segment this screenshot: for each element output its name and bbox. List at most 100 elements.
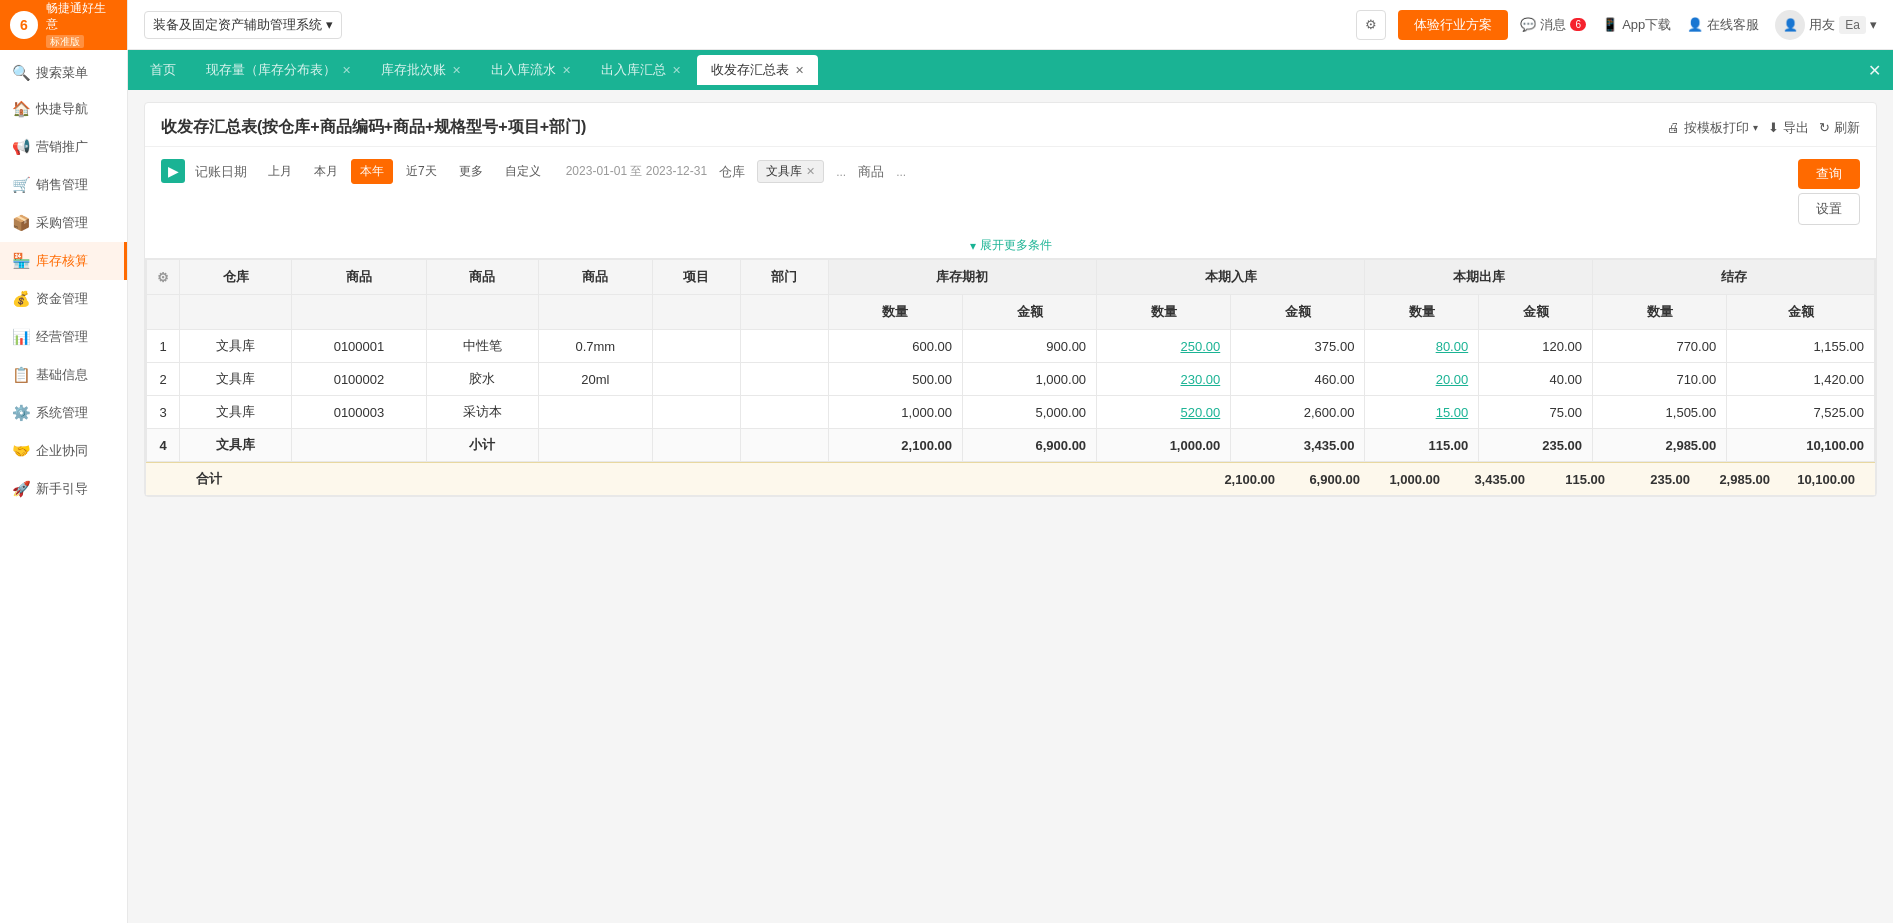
sidebar-corp-label: 企业协同 (36, 442, 88, 460)
table-sub-header-row: 数量 金额 数量 金额 数量 金额 数量 金额 (147, 295, 1875, 330)
th-out-group: 本期出库 (1365, 260, 1593, 295)
tab-inout-flow[interactable]: 出入库流水 ✕ (477, 55, 585, 85)
sidebar-item-purchase[interactable]: 📦 采购管理 (0, 204, 127, 242)
user-menu[interactable]: 👤 用友 Ea ▾ (1775, 10, 1877, 40)
sidebar-item-sales[interactable]: 🛒 销售管理 (0, 166, 127, 204)
sidebar-item-operations[interactable]: 📊 经营管理 (0, 318, 127, 356)
warehouse-tag-text: 文具库 (766, 163, 802, 180)
messages-button[interactable]: 💬 消息 6 (1520, 16, 1586, 34)
tab-home-label: 首页 (150, 61, 176, 79)
sidebar-item-corp[interactable]: 🤝 企业协同 (0, 432, 127, 470)
sidebar-item-search[interactable]: 🔍 搜索菜单 (0, 56, 127, 90)
sidebar-item-finance[interactable]: 💰 资金管理 (0, 280, 127, 318)
messages-label: 消息 (1540, 16, 1566, 34)
footer-opening-qty: 2,100.00 (1205, 472, 1285, 487)
export-button[interactable]: ⬇ 导出 (1768, 119, 1809, 137)
th-out-qty: 数量 (1365, 295, 1479, 330)
topbar-system: 装备及固定资产辅助管理系统 ▾ (144, 11, 1344, 39)
th-opening-amt: 金额 (962, 295, 1096, 330)
warehouse-tag-close-icon[interactable]: ✕ (806, 165, 815, 178)
sidebar-inventory-label: 库存核算 (36, 252, 88, 270)
sidebar-item-basic[interactable]: 📋 基础信息 (0, 356, 127, 394)
tab-recv-send[interactable]: 收发存汇总表 ✕ (697, 55, 818, 85)
th-in-amt: 金额 (1231, 295, 1365, 330)
tabbar: 首页 现存量（库存分布表） ✕ 库存批次账 ✕ 出入库流水 ✕ 出入库汇总 ✕ … (128, 50, 1893, 90)
th-no (147, 295, 180, 330)
warehouse-tag[interactable]: 文具库 ✕ (757, 160, 824, 183)
expand-more-button[interactable]: ▾ 展开更多条件 (161, 233, 1860, 258)
th-dept-sub (740, 295, 828, 330)
logo-text: 畅捷通好生意 (46, 1, 117, 32)
purchase-icon: 📦 (12, 214, 30, 232)
topbar-right: 💬 消息 6 📱 App下载 👤 在线客服 👤 用友 Ea ▾ (1520, 10, 1877, 40)
date-this-year-button[interactable]: 本年 (351, 159, 393, 184)
th-spec: 商品 (538, 260, 652, 295)
date-range-display: 2023-01-01 至 2023-12-31 (566, 163, 707, 180)
tab-recv-send-label: 收发存汇总表 (711, 61, 789, 79)
date-more-button[interactable]: 更多 (450, 159, 492, 184)
footer-out-qty: 115.00 (1535, 472, 1615, 487)
date-filter-group: 上月 本月 本年 近7天 更多 自定义 (259, 159, 550, 184)
th-opening-group: 库存期初 (828, 260, 1096, 295)
table-row: 4文具库小计2,100.006,900.001,000.003,435.0011… (147, 429, 1875, 462)
sidebar-item-guide[interactable]: 🚀 新手引导 (0, 470, 127, 508)
warehouse-more-button[interactable]: ... (836, 165, 846, 179)
sidebar-marketing-label: 营销推广 (36, 138, 88, 156)
system-name: 装备及固定资产辅助管理系统 (153, 16, 322, 34)
date-7days-button[interactable]: 近7天 (397, 159, 446, 184)
table-body: 1文具库0100001中性笔0.7mm600.00900.00250.00375… (147, 330, 1875, 462)
main-panel: 收发存汇总表(按仓库+商品编码+商品+规格型号+项目+部门) 🖨 按模板打印 ▾… (144, 102, 1877, 497)
tab-inventory-dist[interactable]: 现存量（库存分布表） ✕ (192, 55, 365, 85)
online-support-button[interactable]: 👤 在线客服 (1687, 16, 1759, 34)
refresh-button[interactable]: ↻ 刷新 (1819, 119, 1860, 137)
home-icon: 🏠 (12, 100, 30, 118)
close-all-tabs-button[interactable]: ✕ (1864, 57, 1885, 84)
tab-home[interactable]: 首页 (136, 55, 190, 85)
goods-more-button[interactable]: ... (896, 165, 906, 179)
th-code: 商品 (292, 260, 426, 295)
refresh-icon: ↻ (1819, 120, 1830, 135)
online-support-label: 在线客服 (1707, 16, 1759, 34)
print-button[interactable]: 🖨 按模板打印 ▾ (1667, 119, 1758, 137)
date-last-month-button[interactable]: 上月 (259, 159, 301, 184)
sidebar-item-system[interactable]: ⚙️ 系统管理 (0, 394, 127, 432)
date-this-month-button[interactable]: 本月 (305, 159, 347, 184)
sidebar-item-inventory[interactable]: 🏪 库存核算 (0, 242, 127, 280)
expand-icon: ▾ (970, 239, 976, 253)
app-download-label: App下载 (1622, 16, 1671, 34)
trial-button[interactable]: 体验行业方案 (1398, 10, 1508, 40)
th-balance-group: 结存 (1593, 260, 1875, 295)
sidebar-item-marketing[interactable]: 📢 营销推广 (0, 128, 127, 166)
th-opening-qty: 数量 (828, 295, 962, 330)
th-warehouse-sub (180, 295, 292, 330)
column-settings-icon[interactable]: ⚙ (157, 270, 169, 285)
date-filter-label: 记账日期 (195, 163, 247, 181)
system-select[interactable]: 装备及固定资产辅助管理系统 ▾ (144, 11, 342, 39)
sidebar-item-quick-nav[interactable]: 🏠 快捷导航 (0, 90, 127, 128)
settings-button[interactable]: 设置 (1798, 193, 1860, 225)
filter-toggle-button[interactable]: ▶ (161, 159, 185, 183)
support-icon: 👤 (1687, 17, 1703, 32)
tab-batch-voucher[interactable]: 库存批次账 ✕ (367, 55, 475, 85)
th-in-qty: 数量 (1097, 295, 1231, 330)
finance-icon: 💰 (12, 290, 30, 308)
tab-inout-flow-close[interactable]: ✕ (562, 64, 571, 77)
date-custom-button[interactable]: 自定义 (496, 159, 550, 184)
tab-recv-send-close[interactable]: ✕ (795, 64, 804, 77)
app-download-button[interactable]: 📱 App下载 (1602, 16, 1671, 34)
marketing-icon: 📢 (12, 138, 30, 156)
footer-in-qty: 1,000.00 (1370, 472, 1450, 487)
settings-gear-button[interactable]: ⚙ (1356, 10, 1386, 40)
query-button[interactable]: 查询 (1798, 159, 1860, 189)
footer-balance-qty: 2,985.00 (1700, 472, 1780, 487)
sales-icon: 🛒 (12, 176, 30, 194)
app-icon: 📱 (1602, 17, 1618, 32)
tab-inout-summary-close[interactable]: ✕ (672, 64, 681, 77)
th-goods-sub (426, 295, 538, 330)
page-title: 收发存汇总表(按仓库+商品编码+商品+规格型号+项目+部门) (161, 117, 586, 138)
avatar: 👤 (1775, 10, 1805, 40)
tab-inout-summary[interactable]: 出入库汇总 ✕ (587, 55, 695, 85)
refresh-label: 刷新 (1834, 119, 1860, 137)
tab-batch-voucher-close[interactable]: ✕ (452, 64, 461, 77)
tab-inventory-dist-close[interactable]: ✕ (342, 64, 351, 77)
